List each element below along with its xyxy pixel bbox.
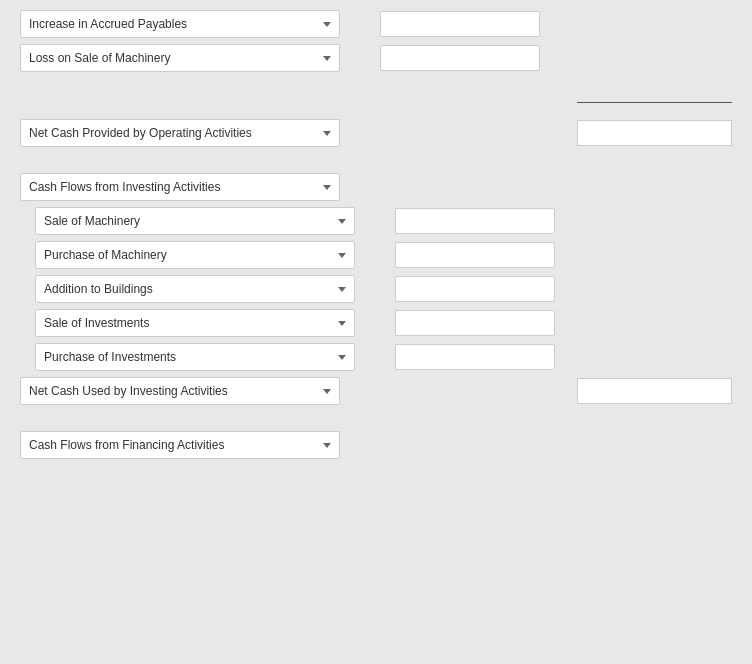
dropdown-cell-sale-machinery: Sale of Machinery (35, 207, 355, 235)
row-sale-machinery: Sale of Machinery (20, 207, 732, 235)
dropdown-cell-cash-flows-financing: Cash Flows from Financing Activities (20, 431, 340, 459)
dropdown-cell-net-cash-operating: Net Cash Provided by Operating Activitie… (20, 119, 340, 147)
input-sale-investments[interactable] (395, 310, 555, 336)
row-purchase-investments: Purchase of Investments (20, 343, 732, 371)
input-cell-increase-accrued (380, 11, 540, 37)
row-purchase-machinery: Purchase of Machinery (20, 241, 732, 269)
dropdown-cell-cash-flows-investing: Cash Flows from Investing Activities (20, 173, 340, 201)
dropdown-net-cash-investing[interactable]: Net Cash Used by Investing Activities (20, 377, 340, 405)
row-increase-accrued-payables: Increase in Accrued Payables (20, 10, 732, 38)
dropdown-sale-machinery[interactable]: Sale of Machinery (35, 207, 355, 235)
input-net-cash-investing[interactable] (577, 378, 732, 404)
input-cell-sale-machinery (395, 208, 555, 234)
input-cell-addition-buildings (395, 276, 555, 302)
row-cash-flows-investing: Cash Flows from Investing Activities (20, 173, 732, 201)
dropdown-cell-purchase-machinery: Purchase of Machinery (35, 241, 355, 269)
dropdown-increase-accrued-payables[interactable]: Increase in Accrued Payables (20, 10, 340, 38)
dropdown-cell-addition-buildings: Addition to Buildings (35, 275, 355, 303)
input-increase-accrued-payables[interactable] (380, 11, 540, 37)
dropdown-cell-purchase-investments: Purchase of Investments (35, 343, 355, 371)
input-addition-buildings[interactable] (395, 276, 555, 302)
input-cell-purchase-investments (395, 344, 555, 370)
dropdown-cash-flows-investing[interactable]: Cash Flows from Investing Activities (20, 173, 340, 201)
input-cell-purchase-machinery (395, 242, 555, 268)
dropdown-net-cash-operating[interactable]: Net Cash Provided by Operating Activitie… (20, 119, 340, 147)
row-sale-investments: Sale of Investments (20, 309, 732, 337)
input-cell-loss-sale (380, 45, 540, 71)
row-net-cash-operating: Net Cash Provided by Operating Activitie… (20, 119, 732, 147)
input-purchase-machinery[interactable] (395, 242, 555, 268)
dropdown-sale-investments[interactable]: Sale of Investments (35, 309, 355, 337)
dropdown-purchase-machinery[interactable]: Purchase of Machinery (35, 241, 355, 269)
dropdown-cash-flows-financing[interactable]: Cash Flows from Financing Activities (20, 431, 340, 459)
page-container: Increase in Accrued Payables Loss on Sal… (0, 0, 752, 664)
dropdown-loss-sale-machinery[interactable]: Loss on Sale of Machinery (20, 44, 340, 72)
input-net-cash-operating[interactable] (577, 120, 732, 146)
row-loss-sale-machinery: Loss on Sale of Machinery (20, 44, 732, 72)
row-addition-buildings: Addition to Buildings (20, 275, 732, 303)
input-purchase-investments[interactable] (395, 344, 555, 370)
dropdown-purchase-investments[interactable]: Purchase of Investments (35, 343, 355, 371)
input-sale-machinery[interactable] (395, 208, 555, 234)
row-net-cash-investing: Net Cash Used by Investing Activities (20, 377, 732, 405)
dropdown-cell-loss-sale: Loss on Sale of Machinery (20, 44, 340, 72)
dropdown-addition-buildings[interactable]: Addition to Buildings (35, 275, 355, 303)
input-loss-sale-machinery[interactable] (380, 45, 540, 71)
dropdown-cell-net-cash-investing: Net Cash Used by Investing Activities (20, 377, 340, 405)
row-cash-flows-financing: Cash Flows from Financing Activities (20, 431, 732, 459)
dropdown-cell-sale-investments: Sale of Investments (35, 309, 355, 337)
input-cell-sale-investments (395, 310, 555, 336)
input-subtotal1-right[interactable] (577, 78, 732, 103)
dropdown-cell-increase-accrued: Increase in Accrued Payables (20, 10, 340, 38)
row-subtotal1 (20, 78, 732, 103)
